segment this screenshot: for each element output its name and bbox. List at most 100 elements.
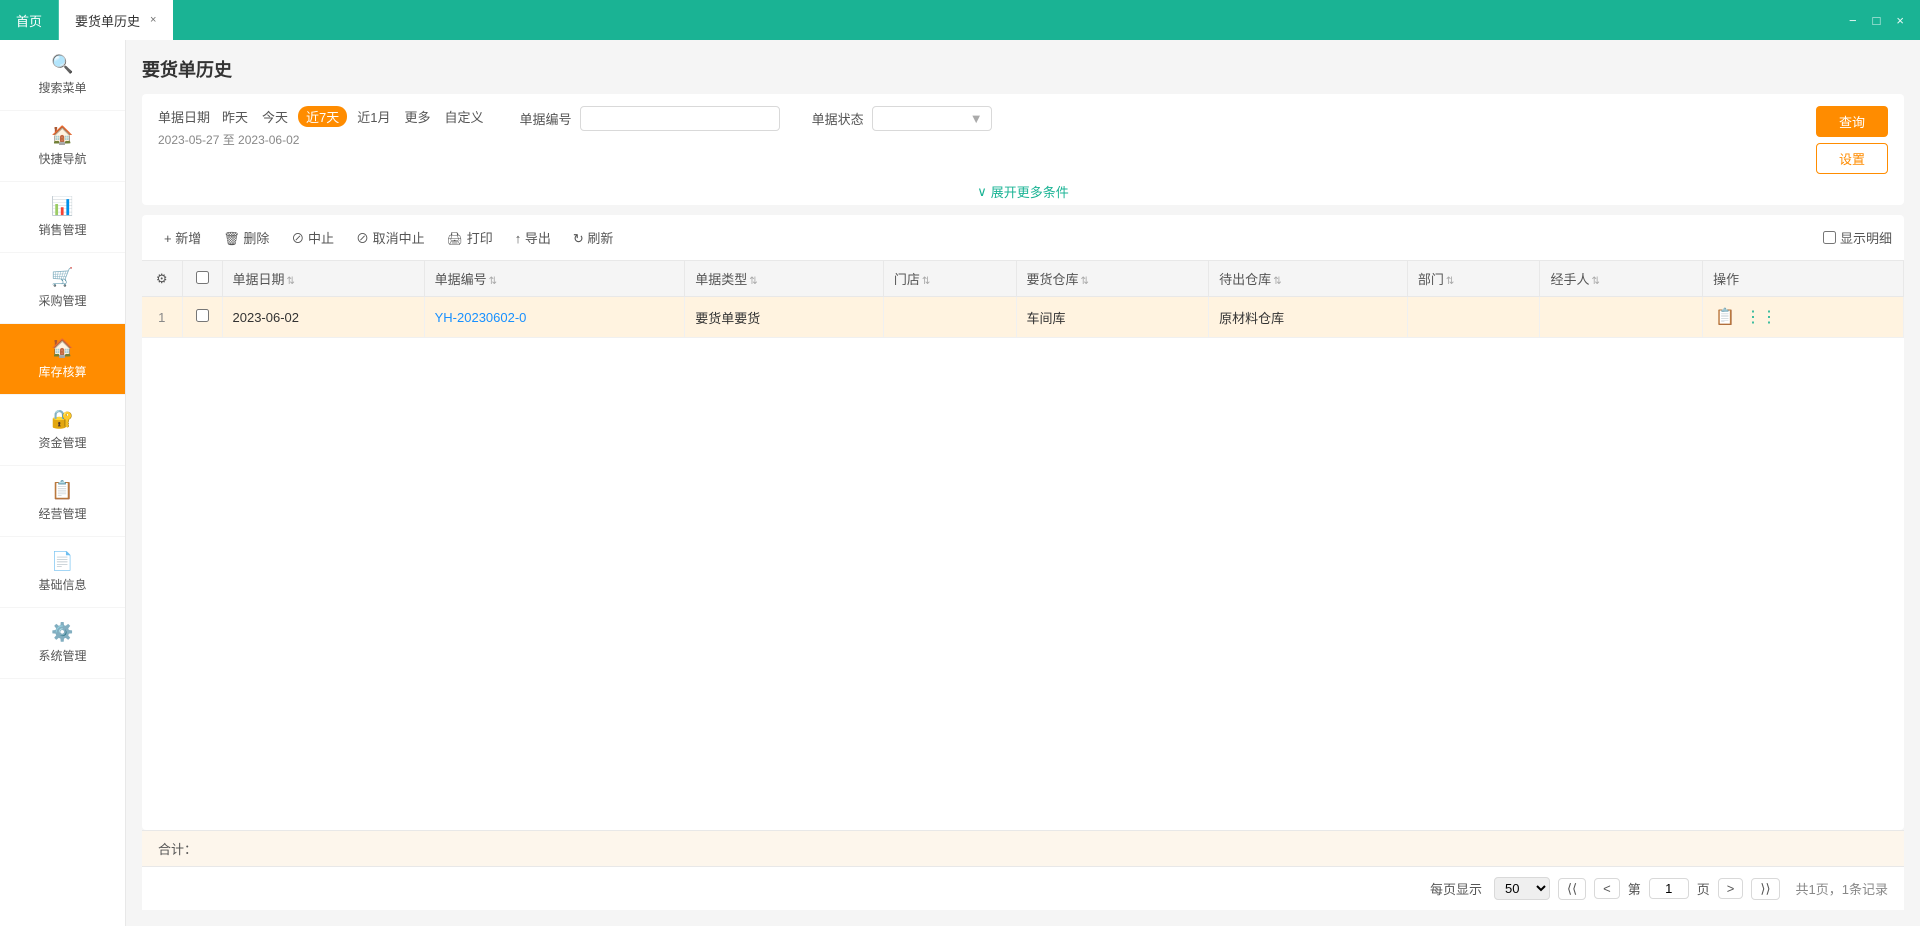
cell-doc-type: 要货单要货 — [685, 297, 884, 338]
more-icon[interactable]: ⋮⋮ — [1743, 305, 1779, 329]
table-container: ⚙ 单据日期⇅ 单据编号⇅ 单据类型⇅ 门店⇅ 要货仓库⇅ 待出仓库⇅ 部门⇅ … — [142, 261, 1904, 830]
col-store-label: 门店 — [894, 272, 920, 287]
col-action: 操作 — [1703, 261, 1904, 297]
date-shortcuts: 昨天 今天 近7天 近1月 更多 自定义 — [218, 106, 488, 127]
table-body: 1 2023-06-02 YH-20230602-0 要货单要货 车间库 原材料… — [142, 297, 1904, 338]
expand-more-chevron: ∨ — [977, 184, 987, 200]
col-settings[interactable]: ⚙ — [142, 261, 182, 297]
tab-close-icon[interactable]: × — [150, 14, 156, 26]
sidebar-item-operations-mgmt[interactable]: 📋 经营管理 — [0, 466, 125, 537]
sidebar-item-finance-mgmt[interactable]: 🔐 资金管理 — [0, 395, 125, 466]
sort-doc-number-icon[interactable]: ⇅ — [489, 276, 497, 287]
row-checkbox[interactable] — [196, 309, 209, 322]
date-shortcut-custom[interactable]: 自定义 — [441, 106, 488, 127]
sidebar-item-purchase-mgmt[interactable]: 🛒 采购管理 — [0, 253, 125, 324]
window-minimize-icon[interactable]: − — [1849, 13, 1857, 28]
cell-handler — [1540, 297, 1703, 338]
cell-checkbox — [182, 297, 222, 338]
window-close-icon[interactable]: × — [1896, 13, 1904, 28]
col-doc-date-label: 单据日期 — [233, 272, 285, 287]
doc-status-filter: 单据状态 ▼ — [812, 106, 992, 131]
sidebar-item-base-info[interactable]: 📄 基础信息 — [0, 537, 125, 608]
sidebar-item-inventory[interactable]: 🏠 库存核算 — [0, 324, 125, 395]
page-end-label: 页 — [1697, 879, 1710, 898]
first-page-btn[interactable]: ⟨⟨ — [1558, 878, 1586, 900]
search-filter-panel: 单据日期 昨天 今天 近7天 近1月 更多 自定义 2023-05-27 至 2… — [142, 94, 1904, 205]
sort-req-warehouse-icon[interactable]: ⇅ — [1081, 276, 1089, 287]
sidebar: 🔍 搜索菜单 🏠 快捷导航 📊 销售管理 🛒 采购管理 🏠 库存核算 🔐 资金管… — [0, 40, 126, 926]
sort-handler-icon[interactable]: ⇅ — [1592, 276, 1600, 287]
col-department-label: 部门 — [1418, 272, 1444, 287]
data-table: ⚙ 单据日期⇅ 单据编号⇅ 单据类型⇅ 门店⇅ 要货仓库⇅ 待出仓库⇅ 部门⇅ … — [142, 261, 1904, 338]
date-shortcut-yesterday[interactable]: 昨天 — [218, 106, 252, 127]
cell-department — [1407, 297, 1540, 338]
stop-button[interactable]: ⊘ 中止 — [281, 223, 344, 252]
date-shortcut-today[interactable]: 今天 — [258, 106, 292, 127]
cancel-stop-button[interactable]: ⊘ 取消中止 — [346, 223, 435, 252]
sort-department-icon[interactable]: ⇅ — [1446, 276, 1454, 287]
date-filter-col: 单据日期 昨天 今天 近7天 近1月 更多 自定义 2023-05-27 至 2… — [158, 106, 488, 148]
search-menu-icon: 🔍 — [51, 54, 73, 75]
expand-more-btn[interactable]: ∨ 展开更多条件 — [158, 182, 1888, 201]
refresh-button[interactable]: ↻ 刷新 — [563, 223, 624, 252]
sort-store-icon[interactable]: ⇅ — [922, 276, 930, 287]
operations-mgmt-icon: 📋 — [51, 480, 73, 501]
cell-pending-warehouse: 原材料仓库 — [1209, 297, 1408, 338]
sort-doc-date-icon[interactable]: ⇅ — [287, 276, 295, 287]
page-input[interactable] — [1649, 878, 1689, 899]
query-button[interactable]: 查询 — [1816, 106, 1888, 137]
page-size-select[interactable]: 50 100 200 — [1494, 877, 1550, 900]
delete-button[interactable]: 🗑 删除 — [213, 223, 279, 252]
col-pending-warehouse-label: 待出仓库 — [1219, 272, 1271, 287]
print-button[interactable]: 🖨 打印 — [437, 223, 503, 252]
window-restore-icon[interactable]: □ — [1873, 13, 1881, 28]
doc-number-label: 单据编号 — [520, 109, 572, 128]
col-handler: 经手人⇅ — [1540, 261, 1703, 297]
date-shortcut-more[interactable]: 更多 — [401, 106, 435, 127]
prev-page-btn[interactable]: < — [1594, 878, 1620, 899]
col-doc-number-label: 单据编号 — [435, 272, 487, 287]
edit-icon[interactable]: 📋 — [1713, 305, 1737, 329]
tab-requisition-history[interactable]: 要货单历史 × — [59, 0, 173, 40]
base-info-icon: 📄 — [51, 551, 73, 572]
header-row: ⚙ 单据日期⇅ 单据编号⇅ 单据类型⇅ 门店⇅ 要货仓库⇅ 待出仓库⇅ 部门⇅ … — [142, 261, 1904, 297]
sidebar-item-system-mgmt-label: 系统管理 — [38, 647, 86, 664]
export-button[interactable]: ↑ 导出 — [505, 223, 561, 252]
col-handler-label: 经手人 — [1550, 272, 1589, 287]
doc-status-select[interactable]: ▼ — [872, 106, 992, 131]
display-detail-checkbox[interactable] — [1823, 231, 1836, 244]
tab-home-label: 首页 — [16, 11, 42, 30]
page-label: 第 — [1628, 879, 1641, 898]
table-row: 1 2023-06-02 YH-20230602-0 要货单要货 车间库 原材料… — [142, 297, 1904, 338]
sidebar-item-sales-mgmt[interactable]: 📊 销售管理 — [0, 182, 125, 253]
sidebar-item-search-menu[interactable]: 🔍 搜索菜单 — [0, 40, 125, 111]
doc-number-input[interactable] — [580, 106, 780, 131]
next-page-btn[interactable]: > — [1718, 878, 1744, 899]
cell-req-warehouse: 车间库 — [1016, 297, 1209, 338]
tab-home[interactable]: 首页 — [0, 0, 59, 40]
doc-number-filter: 单据编号 — [520, 106, 780, 131]
sales-mgmt-icon: 📊 — [51, 196, 73, 217]
date-shortcut-last7days[interactable]: 近7天 — [298, 106, 347, 127]
sort-doc-type-icon[interactable]: ⇅ — [749, 276, 757, 287]
settings-button[interactable]: 设置 — [1816, 143, 1888, 174]
quick-nav-icon: 🏠 — [51, 125, 73, 146]
col-checkbox — [182, 261, 222, 297]
select-all-checkbox[interactable] — [196, 271, 209, 284]
col-department: 部门⇅ — [1407, 261, 1540, 297]
sidebar-item-operations-mgmt-label: 经营管理 — [38, 505, 86, 522]
sidebar-item-system-mgmt[interactable]: ⚙️ 系统管理 — [0, 608, 125, 679]
sidebar-item-search-menu-label: 搜索菜单 — [38, 79, 86, 96]
main-section: + 新增 🗑 删除 ⊘ 中止 ⊘ 取消中止 🖨 打印 ↑ 导出 ↻ 刷新 显示明… — [142, 215, 1904, 910]
last-page-btn[interactable]: ⟩⟩ — [1751, 878, 1779, 900]
doc-status-label: 单据状态 — [812, 109, 864, 128]
sidebar-item-quick-nav[interactable]: 🏠 快捷导航 — [0, 111, 125, 182]
display-detail-label: 显示明细 — [1840, 228, 1892, 247]
display-detail-toggle[interactable]: 显示明细 — [1823, 228, 1892, 247]
date-shortcut-last1month[interactable]: 近1月 — [353, 106, 394, 127]
sort-pending-warehouse-icon[interactable]: ⇅ — [1273, 276, 1281, 287]
inventory-icon: 🏠 — [51, 338, 73, 359]
doc-number-link[interactable]: YH-20230602-0 — [435, 310, 527, 325]
table-header: ⚙ 单据日期⇅ 单据编号⇅ 单据类型⇅ 门店⇅ 要货仓库⇅ 待出仓库⇅ 部门⇅ … — [142, 261, 1904, 297]
new-button[interactable]: + 新增 — [154, 223, 211, 252]
